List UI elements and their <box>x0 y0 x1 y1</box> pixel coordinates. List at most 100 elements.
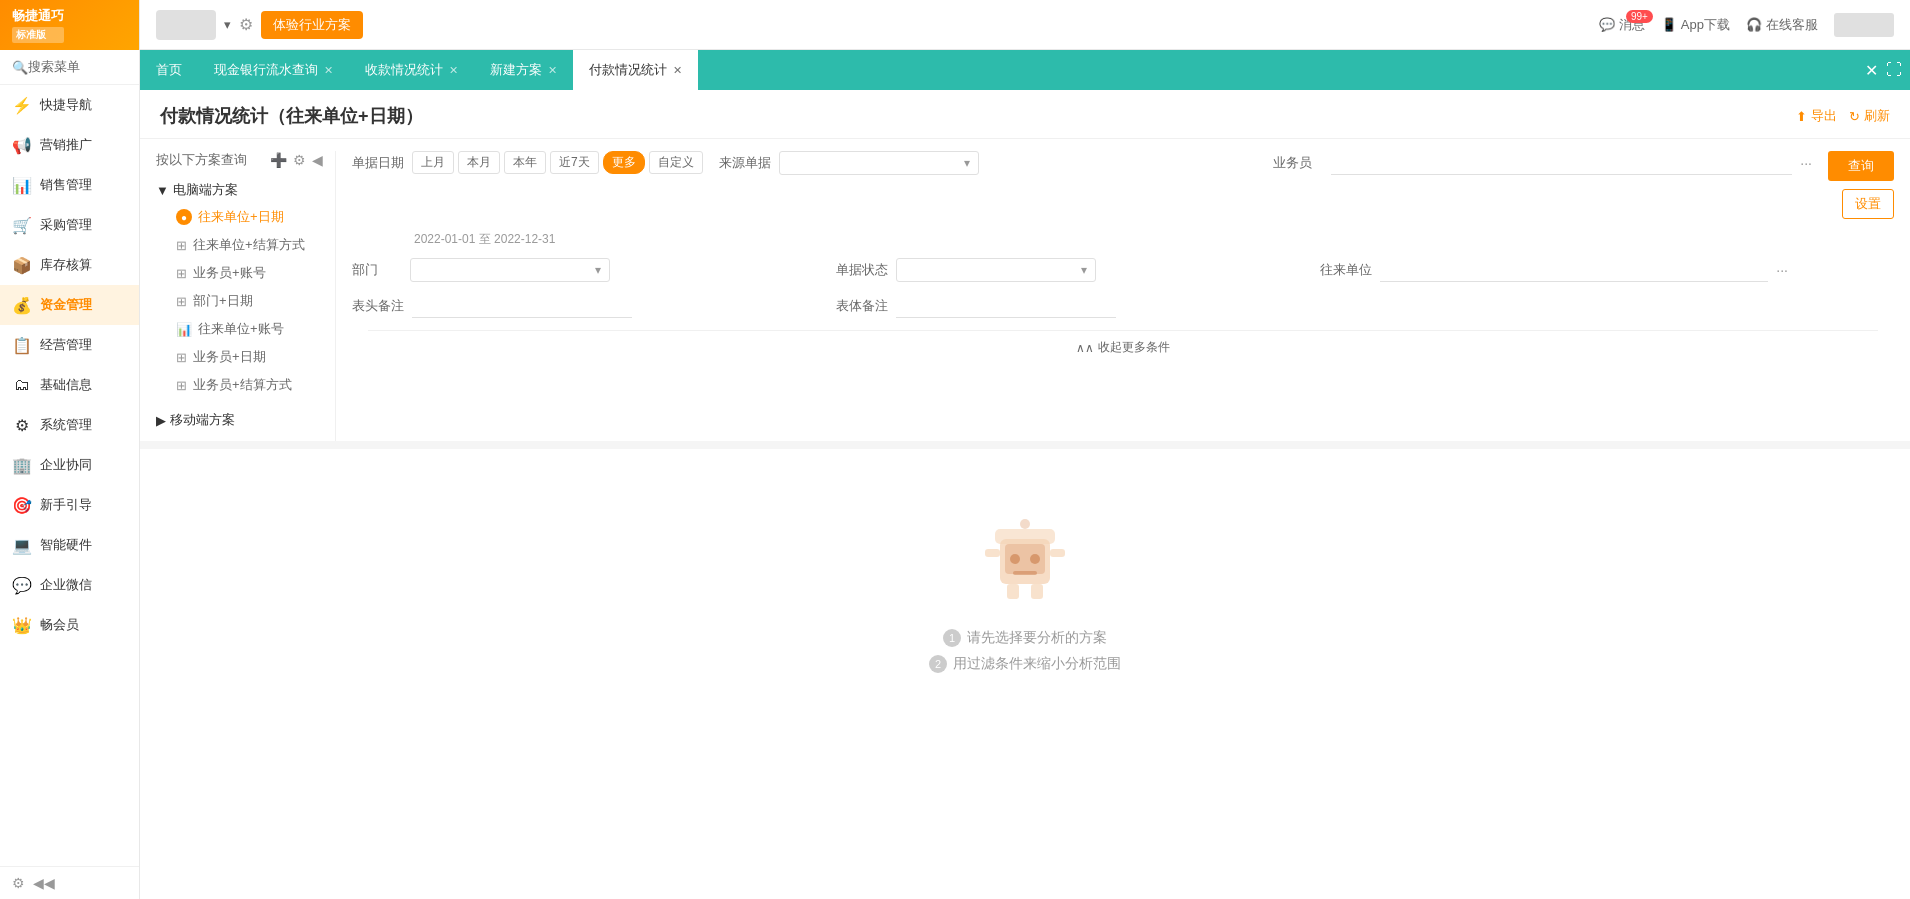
sidebar-item-marketing[interactable]: 📢 营销推广 <box>0 125 139 165</box>
header-note-filter-field: 表头备注 <box>352 294 820 318</box>
scheme-item-staff-account[interactable]: ⊞ 业务员+账号 <box>156 259 323 287</box>
scheme-item-partner-date[interactable]: ● 往来单位+日期 <box>156 203 323 231</box>
sidebar-item-enterprise[interactable]: 🏢 企业协同 <box>0 445 139 485</box>
member-icon: 👑 <box>12 615 32 635</box>
query-button[interactable]: 查询 <box>1828 151 1894 181</box>
sidebar-item-sales[interactable]: 📊 销售管理 <box>0 165 139 205</box>
partner-dots-icon[interactable]: ··· <box>1776 262 1788 278</box>
svg-rect-9 <box>995 529 1055 544</box>
add-scheme-btn[interactable]: ➕ <box>270 152 287 168</box>
sidebar-item-wechat[interactable]: 💬 企业微信 <box>0 565 139 605</box>
body-note-input[interactable] <box>896 294 1116 318</box>
scheme-item-dept-date[interactable]: ⊞ 部门+日期 <box>156 287 323 315</box>
scheme-item-label: 往来单位+结算方式 <box>193 236 305 254</box>
header-dropdown[interactable]: ▾ <box>224 17 231 32</box>
sidebar-item-guide[interactable]: 🎯 新手引导 <box>0 485 139 525</box>
sidebar-item-system[interactable]: ⚙ 系统管理 <box>0 405 139 445</box>
date-btn-7days[interactable]: 近7天 <box>550 151 599 174</box>
scheme-item-partner-settlement[interactable]: ⊞ 往来单位+结算方式 <box>156 231 323 259</box>
app-version: 标准版 <box>12 27 64 43</box>
collapse-bar[interactable]: ∧∧ 收起更多条件 <box>368 330 1878 364</box>
source-select[interactable]: ▾ <box>779 151 979 175</box>
tab-new-scheme-close[interactable]: ✕ <box>548 64 557 77</box>
dept-select[interactable]: ▾ <box>410 258 610 282</box>
sidebar-item-member[interactable]: 👑 畅会员 <box>0 605 139 645</box>
system-icon: ⚙ <box>12 415 32 435</box>
scheme-group-mobile-header[interactable]: ▶ 移动端方案 <box>156 407 323 433</box>
sidebar-item-label: 经营管理 <box>40 336 92 354</box>
tab-payment[interactable]: 付款情况统计 ✕ <box>573 50 698 90</box>
sidebar-item-quick-nav[interactable]: ⚡ 快捷导航 <box>0 85 139 125</box>
scheme-item-staff-date[interactable]: ⊞ 业务员+日期 <box>156 343 323 371</box>
date-buttons: 上月 本月 本年 近7天 更多 自定义 <box>412 151 703 174</box>
date-btn-more[interactable]: 更多 <box>603 151 645 174</box>
sidebar-item-finance[interactable]: 💰 资金管理 <box>0 285 139 325</box>
tab-bank-close[interactable]: ✕ <box>324 64 333 77</box>
staff-input[interactable] <box>1331 151 1792 175</box>
header-gear-icon[interactable]: ⚙ <box>239 15 253 34</box>
search-menu-item[interactable]: 🔍 搜索菜单 <box>0 50 139 85</box>
scheme-group-pc-header[interactable]: ▼ 电脑端方案 <box>156 177 323 203</box>
export-button[interactable]: ⬆ 导出 <box>1796 107 1837 125</box>
svg-rect-6 <box>1050 549 1065 557</box>
sidebar-item-label: 新手引导 <box>40 496 92 514</box>
scheme-active-icon: ● <box>176 209 192 225</box>
svg-rect-4 <box>1013 571 1037 575</box>
doc-status-select[interactable]: ▾ <box>896 258 1096 282</box>
experience-btn[interactable]: 体验行业方案 <box>261 11 363 39</box>
filter-main: 单据日期 上月 本月 本年 近7天 更多 自定义 来源单据 <box>336 151 1894 441</box>
collapse-sidebar-icon[interactable]: ◀◀ <box>33 875 55 891</box>
online-service-label: 在线客服 <box>1766 16 1818 34</box>
tab-payment-close[interactable]: ✕ <box>673 64 682 77</box>
refresh-button[interactable]: ↻ 刷新 <box>1849 107 1890 125</box>
settings-footer-icon[interactable]: ⚙ <box>12 875 25 891</box>
scheme-item-partner-account[interactable]: 📊 往来单位+账号 <box>156 315 323 343</box>
scheme-settings-btn[interactable]: ⚙ <box>293 152 306 168</box>
sidebar-header: 畅捷通巧 标准版 <box>0 0 139 50</box>
date-label: 单据日期 <box>352 154 404 172</box>
scheme-item-staff-settlement[interactable]: ⊞ 业务员+结算方式 <box>156 371 323 399</box>
date-range-text: 2022-01-01 至 2022-12-31 <box>414 232 555 246</box>
tab-bank-label: 现金银行流水查询 <box>214 61 318 79</box>
notification-item[interactable]: 💬 消息 99+ <box>1599 16 1645 34</box>
app-download-item[interactable]: 📱 App下载 <box>1661 16 1730 34</box>
online-service-icon: 🎧 <box>1746 17 1762 32</box>
source-filter-field: 来源单据 ▾ <box>719 151 1258 175</box>
date-btn-this-month[interactable]: 本月 <box>458 151 500 174</box>
sidebar-item-hardware[interactable]: 💻 智能硬件 <box>0 525 139 565</box>
tab-new-scheme[interactable]: 新建方案 ✕ <box>474 50 573 90</box>
sidebar-item-inventory[interactable]: 📦 库存核算 <box>0 245 139 285</box>
partner-input[interactable] <box>1380 258 1768 282</box>
sidebar-item-label: 智能硬件 <box>40 536 92 554</box>
tab-receipt-close[interactable]: ✕ <box>449 64 458 77</box>
date-btn-last-month[interactable]: 上月 <box>412 151 454 174</box>
sidebar-item-label: 基础信息 <box>40 376 92 394</box>
section-divider <box>140 441 1910 449</box>
tab-fullscreen-icon[interactable]: ⛶ <box>1886 61 1902 79</box>
collapse-scheme-btn[interactable]: ◀ <box>312 152 323 168</box>
sidebar-item-purchase[interactable]: 🛒 采购管理 <box>0 205 139 245</box>
header-note-input[interactable] <box>412 294 632 318</box>
header-logo-area: ▾ ⚙ 体验行业方案 <box>156 10 1591 40</box>
sidebar-item-operations[interactable]: 📋 经营管理 <box>0 325 139 365</box>
date-btn-custom[interactable]: 自定义 <box>649 151 703 174</box>
user-profile-avatar[interactable] <box>1834 13 1894 37</box>
filter-settings-button[interactable]: 设置 <box>1842 189 1894 219</box>
tab-home[interactable]: 首页 <box>140 50 198 90</box>
scheme-table-icon: ⊞ <box>176 238 187 253</box>
tab-receipt[interactable]: 收款情况统计 ✕ <box>349 50 474 90</box>
collapse-label: 收起更多条件 <box>1098 339 1170 356</box>
staff-dots-icon[interactable]: ··· <box>1800 155 1812 171</box>
sidebar-item-basic[interactable]: 🗂 基础信息 <box>0 365 139 405</box>
page-content: 付款情况统计（往来单位+日期） ⬆ 导出 ↻ 刷新 按以下方案查询 ➕ <box>140 90 1910 899</box>
sidebar-item-label: 销售管理 <box>40 176 92 194</box>
app-name: 畅捷通巧 <box>12 7 64 25</box>
app-download-label: App下载 <box>1681 16 1730 34</box>
tab-bank[interactable]: 现金银行流水查询 ✕ <box>198 50 349 90</box>
scheme-table-icon: ⊞ <box>176 294 187 309</box>
online-service-item[interactable]: 🎧 在线客服 <box>1746 16 1818 34</box>
date-btn-this-year[interactable]: 本年 <box>504 151 546 174</box>
tab-close-all-icon[interactable]: ✕ <box>1865 61 1878 80</box>
page-header: 付款情况统计（往来单位+日期） ⬆ 导出 ↻ 刷新 <box>140 90 1910 139</box>
quick-nav-icon: ⚡ <box>12 95 32 115</box>
